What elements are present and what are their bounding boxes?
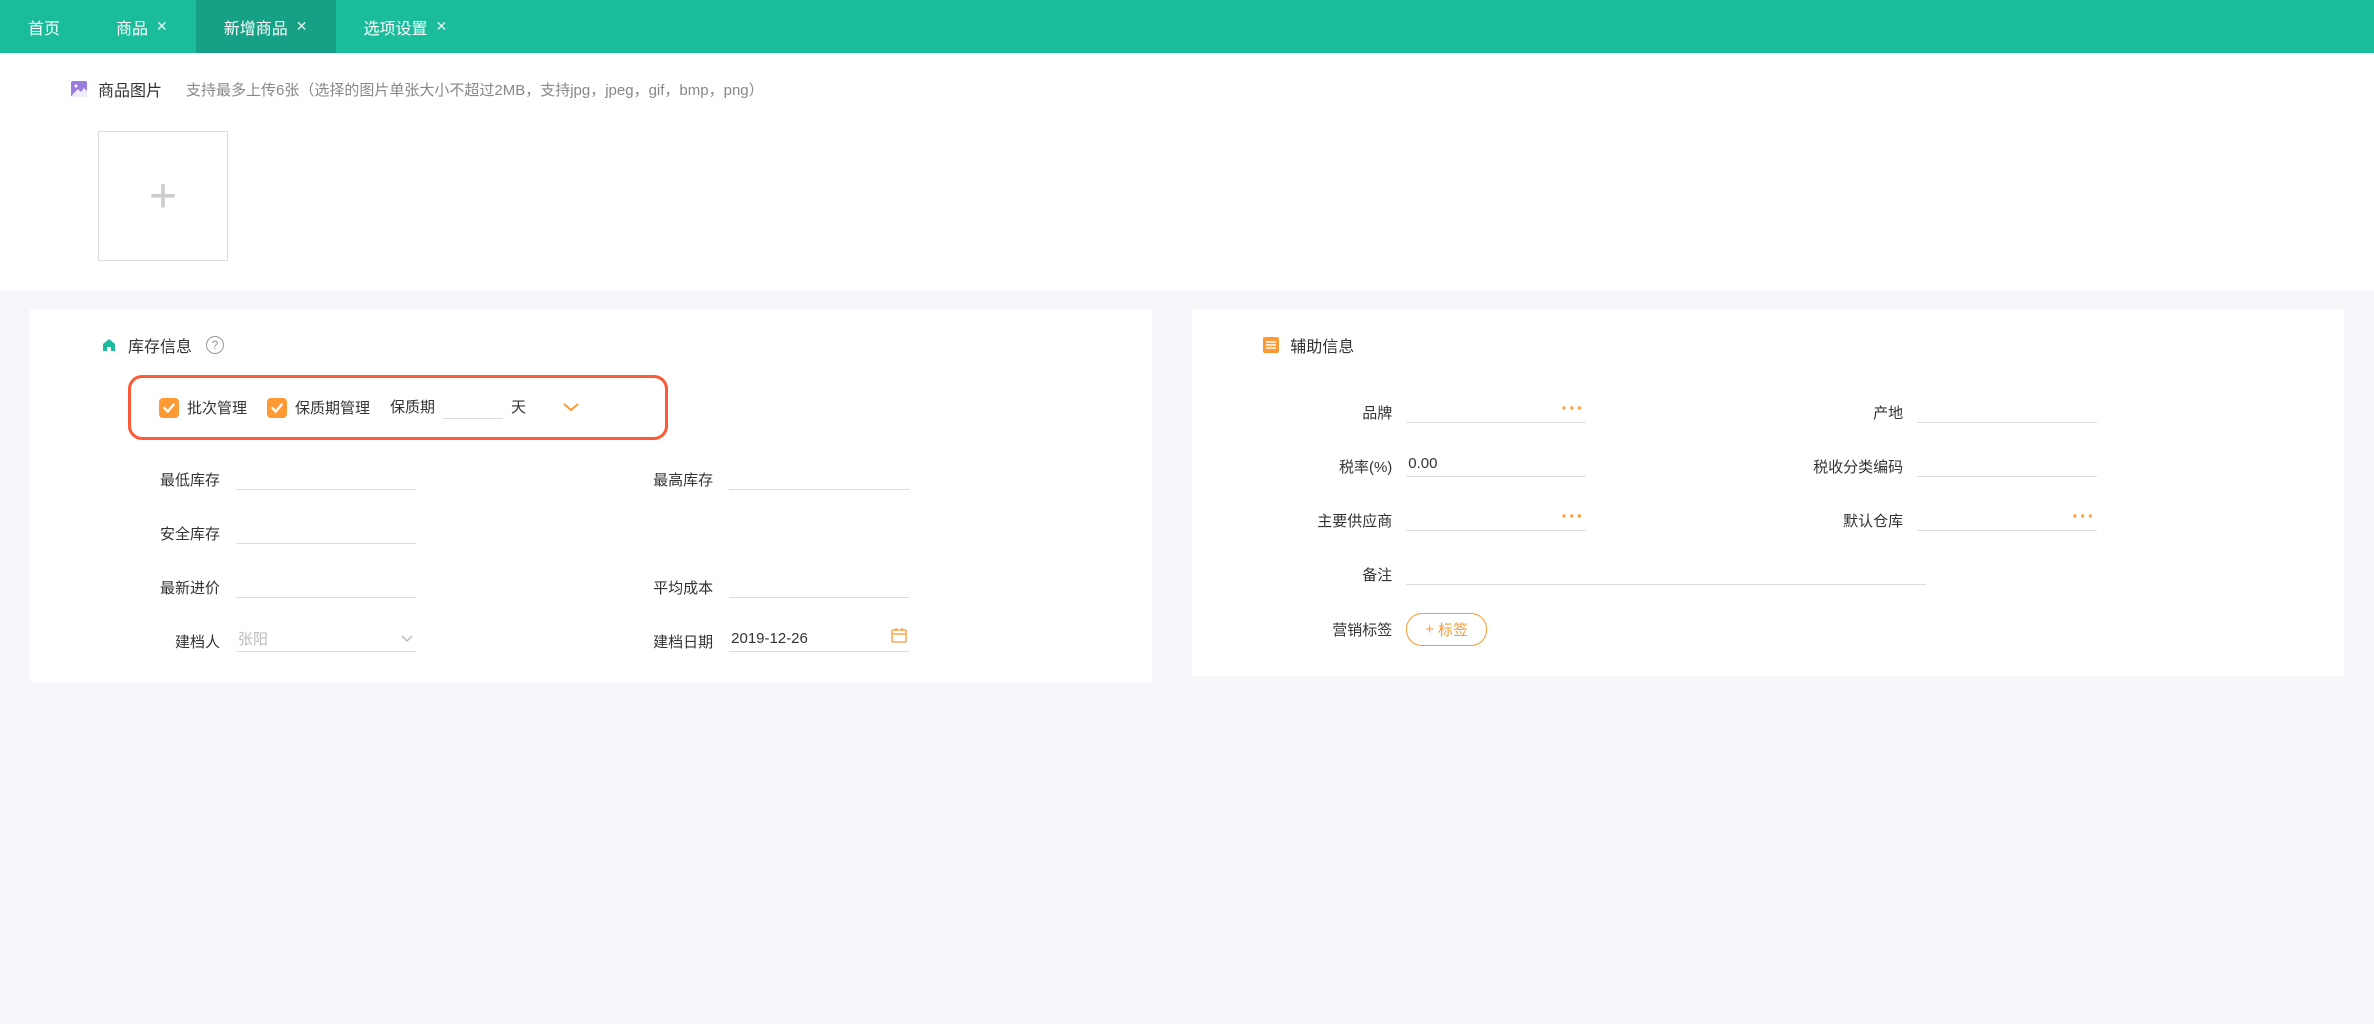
tab-products[interactable]: 商品 ✕	[88, 0, 196, 53]
origin-input[interactable]	[1917, 397, 2097, 423]
creator-select[interactable]	[236, 626, 416, 652]
more-icon[interactable]: ···	[1561, 399, 1584, 419]
max-stock-label: 最高库存	[649, 469, 713, 490]
avg-cost-row: 平均成本	[649, 572, 1082, 598]
safe-stock-label: 安全库存	[156, 523, 220, 544]
tab-option-settings[interactable]: 选项设置 ✕	[336, 0, 476, 53]
tax-code-row: 税收分类编码	[1803, 451, 2274, 477]
brand-input[interactable]	[1406, 397, 1586, 423]
creator-label: 建档人	[156, 631, 220, 652]
tax-code-label: 税收分类编码	[1803, 456, 1903, 477]
remark-label: 备注	[1292, 564, 1392, 585]
aux-info-panel: 辅助信息 品牌 ··· 产地 税率(%)	[1192, 309, 2344, 676]
main-supplier-row: 主要供应商 ···	[1292, 505, 1763, 531]
plus-icon: +	[149, 169, 177, 224]
create-date-label: 建档日期	[649, 631, 713, 652]
shelf-life-label: 保质期	[390, 396, 435, 417]
max-stock-input[interactable]	[729, 464, 909, 490]
avg-cost-label: 平均成本	[649, 577, 713, 598]
creator-row: 建档人	[156, 626, 589, 652]
list-icon	[1262, 336, 1280, 354]
batch-shelf-highlight: 批次管理 保质期管理 保质期 天	[128, 375, 668, 440]
more-icon[interactable]: ···	[1561, 507, 1584, 527]
marketing-tags-label: 营销标签	[1292, 619, 1392, 640]
panel-hint: 支持最多上传6张（选择的图片单张大小不超过2MB，支持jpg，jpeg，gif，…	[186, 79, 764, 100]
create-date-input[interactable]	[729, 626, 909, 652]
calendar-icon[interactable]	[891, 627, 907, 646]
batch-mgmt-label: 批次管理	[187, 397, 247, 418]
shelf-life-mgmt-label: 保质期管理	[295, 397, 370, 418]
panel-title: 库存信息	[128, 333, 192, 357]
tax-rate-input[interactable]	[1406, 451, 1586, 477]
image-icon	[70, 80, 88, 98]
min-stock-row: 最低库存	[156, 464, 589, 490]
min-stock-label: 最低库存	[156, 469, 220, 490]
remark-row: 备注	[1292, 559, 2274, 585]
image-upload-button[interactable]: +	[98, 131, 228, 261]
shelf-life-mgmt-checkbox[interactable]	[267, 398, 287, 418]
shelf-life-mgmt-group: 保质期管理	[267, 397, 370, 418]
panel-title: 辅助信息	[1290, 333, 1354, 357]
safe-stock-input[interactable]	[236, 518, 416, 544]
tab-label: 商品	[116, 15, 148, 39]
close-icon[interactable]: ✕	[296, 18, 308, 35]
tab-add-product[interactable]: 新增商品 ✕	[196, 0, 336, 53]
inventory-panel: 库存信息 ? 批次管理 保质期管理 保质期	[30, 309, 1152, 682]
default-warehouse-input[interactable]	[1917, 505, 2097, 531]
brand-row: 品牌 ···	[1292, 397, 1763, 423]
tab-home[interactable]: 首页	[0, 0, 88, 53]
batch-mgmt-group: 批次管理	[159, 397, 247, 418]
marketing-tags-row: 营销标签 + 标签	[1292, 613, 2274, 646]
shelf-life-unit: 天	[511, 396, 526, 417]
shelf-life-input[interactable]	[443, 397, 503, 419]
latest-purchase-row: 最新进价	[156, 572, 589, 598]
help-icon[interactable]: ?	[206, 336, 224, 354]
more-icon[interactable]: ···	[2072, 507, 2095, 527]
max-stock-row: 最高库存	[649, 464, 1082, 490]
create-date-row: 建档日期	[649, 626, 1082, 652]
tax-rate-label: 税率(%)	[1292, 456, 1392, 477]
panel-title: 商品图片	[98, 77, 162, 101]
tab-bar: 首页 商品 ✕ 新增商品 ✕ 选项设置 ✕	[0, 0, 2374, 53]
add-tag-button[interactable]: + 标签	[1406, 613, 1487, 646]
tab-label: 新增商品	[224, 15, 288, 39]
batch-mgmt-checkbox[interactable]	[159, 398, 179, 418]
close-icon[interactable]: ✕	[436, 18, 448, 35]
min-stock-input[interactable]	[236, 464, 416, 490]
default-warehouse-label: 默认仓库	[1803, 510, 1903, 531]
default-warehouse-row: 默认仓库 ···	[1803, 505, 2274, 531]
latest-purchase-input[interactable]	[236, 572, 416, 598]
chevron-down-icon[interactable]	[400, 630, 414, 646]
main-supplier-input[interactable]	[1406, 505, 1586, 531]
main-supplier-label: 主要供应商	[1292, 510, 1392, 531]
origin-row: 产地	[1803, 397, 2274, 423]
safe-stock-row: 安全库存	[156, 518, 589, 544]
avg-cost-input[interactable]	[729, 572, 909, 598]
brand-label: 品牌	[1292, 402, 1392, 423]
tab-label: 选项设置	[364, 15, 428, 39]
tag-button-label: 标签	[1438, 619, 1468, 640]
close-icon[interactable]: ✕	[156, 18, 168, 35]
house-icon	[100, 336, 118, 354]
origin-label: 产地	[1803, 402, 1903, 423]
chevron-down-icon[interactable]	[562, 400, 580, 416]
tab-label: 首页	[28, 15, 60, 39]
remark-input[interactable]	[1406, 559, 1926, 585]
tax-code-input[interactable]	[1917, 451, 2097, 477]
latest-purchase-label: 最新进价	[156, 577, 220, 598]
image-upload-panel: 商品图片 支持最多上传6张（选择的图片单张大小不超过2MB，支持jpg，jpeg…	[0, 53, 2374, 291]
plus-icon: +	[1425, 621, 1434, 638]
tax-rate-row: 税率(%)	[1292, 451, 1763, 477]
